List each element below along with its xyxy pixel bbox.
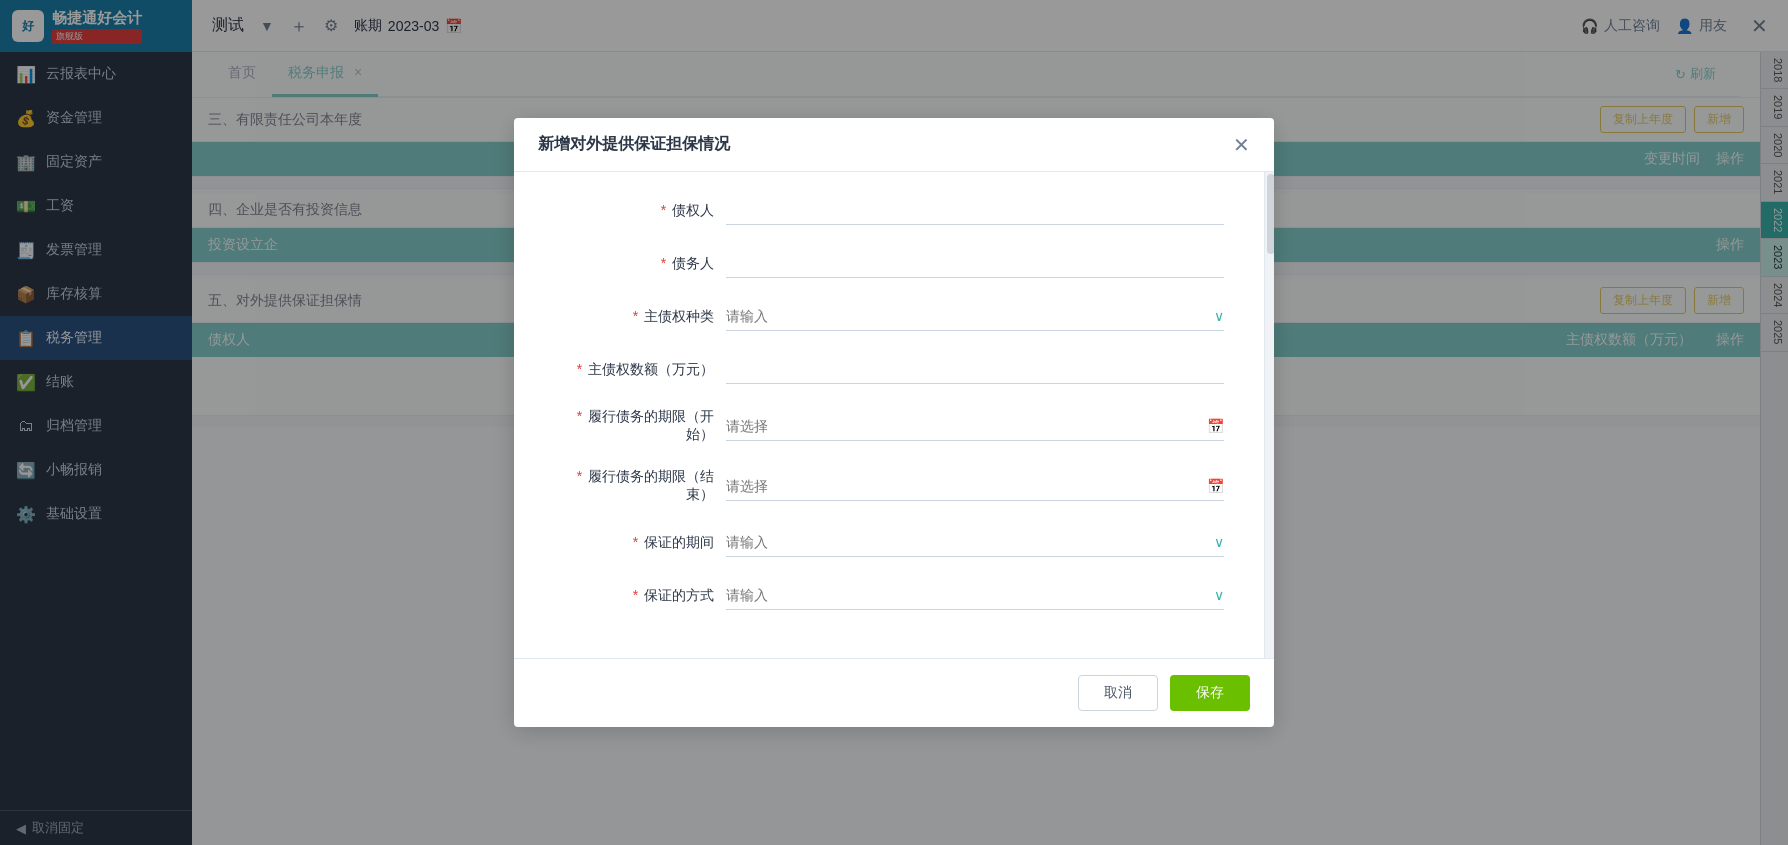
- modal-close-button[interactable]: ✕: [1233, 135, 1250, 155]
- required-star: *: [633, 534, 638, 550]
- form-row-debtor: * 债务人: [554, 249, 1224, 278]
- modal-scrollbar-thumb: [1267, 174, 1274, 254]
- creditor-input[interactable]: [726, 196, 1224, 225]
- debt-amount-input[interactable]: [726, 355, 1224, 384]
- period-end-date-wrapper: 📅: [726, 472, 1224, 501]
- period-end-input[interactable]: [726, 472, 1224, 500]
- modal-title: 新增对外提供保证担保情况: [538, 134, 730, 155]
- debt-type-input[interactable]: [726, 302, 1224, 330]
- guarantee-method-chevron-icon[interactable]: ∨: [1214, 587, 1224, 603]
- modal-header: 新增对外提供保证担保情况 ✕: [514, 118, 1274, 172]
- debt-type-chevron-icon[interactable]: ∨: [1214, 308, 1224, 324]
- form-row-guarantee-method: * 保证的方式 ∨: [554, 581, 1224, 610]
- form-row-debt-type: * 主债权种类 ∨: [554, 302, 1224, 331]
- guarantee-method-label: * 保证的方式: [554, 587, 714, 605]
- guarantee-period-select-wrapper: ∨: [726, 528, 1224, 557]
- required-star: *: [661, 255, 666, 271]
- form-row-creditor: * 债权人: [554, 196, 1224, 225]
- modal-footer: 取消 保存: [514, 658, 1274, 727]
- calendar-start-icon[interactable]: 📅: [1207, 418, 1224, 434]
- modal-body-with-scroll: * 债权人 * 债务人 * 主债权种: [514, 172, 1274, 658]
- calendar-end-icon[interactable]: 📅: [1207, 478, 1224, 494]
- period-start-input[interactable]: [726, 412, 1224, 440]
- guarantee-method-input[interactable]: [726, 581, 1224, 609]
- required-star: *: [577, 468, 582, 484]
- cancel-button[interactable]: 取消: [1078, 675, 1158, 711]
- debt-amount-label: * 主债权数额（万元）: [554, 361, 714, 379]
- form-row-period-end: * 履行债务的期限（结束） 📅: [554, 468, 1224, 504]
- guarantee-method-select-wrapper: ∨: [726, 581, 1224, 610]
- required-star: *: [577, 361, 582, 377]
- debt-type-select-wrapper: ∨: [726, 302, 1224, 331]
- period-end-label: * 履行债务的期限（结束）: [554, 468, 714, 504]
- save-button[interactable]: 保存: [1170, 675, 1250, 711]
- form-row-period-start: * 履行债务的期限（开始） 📅: [554, 408, 1224, 444]
- required-star: *: [577, 408, 582, 424]
- modal-overlay: 新增对外提供保证担保情况 ✕ * 债权人 * 债务人: [0, 0, 1788, 845]
- guarantee-period-input[interactable]: [726, 528, 1224, 556]
- form-row-guarantee-period: * 保证的期间 ∨: [554, 528, 1224, 557]
- debt-type-label: * 主债权种类: [554, 308, 714, 326]
- modal-body: * 债权人 * 债务人 * 主债权种: [514, 172, 1264, 658]
- modal-dialog: 新增对外提供保证担保情况 ✕ * 债权人 * 债务人: [514, 118, 1274, 727]
- guarantee-period-label: * 保证的期间: [554, 534, 714, 552]
- debtor-label: * 债务人: [554, 255, 714, 273]
- modal-scrollbar[interactable]: [1264, 172, 1274, 658]
- required-star: *: [633, 587, 638, 603]
- creditor-label: * 债权人: [554, 202, 714, 220]
- required-star: *: [633, 308, 638, 324]
- required-star: *: [661, 202, 666, 218]
- guarantee-period-chevron-icon[interactable]: ∨: [1214, 534, 1224, 550]
- period-start-date-wrapper: 📅: [726, 412, 1224, 441]
- debtor-input[interactable]: [726, 249, 1224, 278]
- period-start-label: * 履行债务的期限（开始）: [554, 408, 714, 444]
- form-row-debt-amount: * 主债权数额（万元）: [554, 355, 1224, 384]
